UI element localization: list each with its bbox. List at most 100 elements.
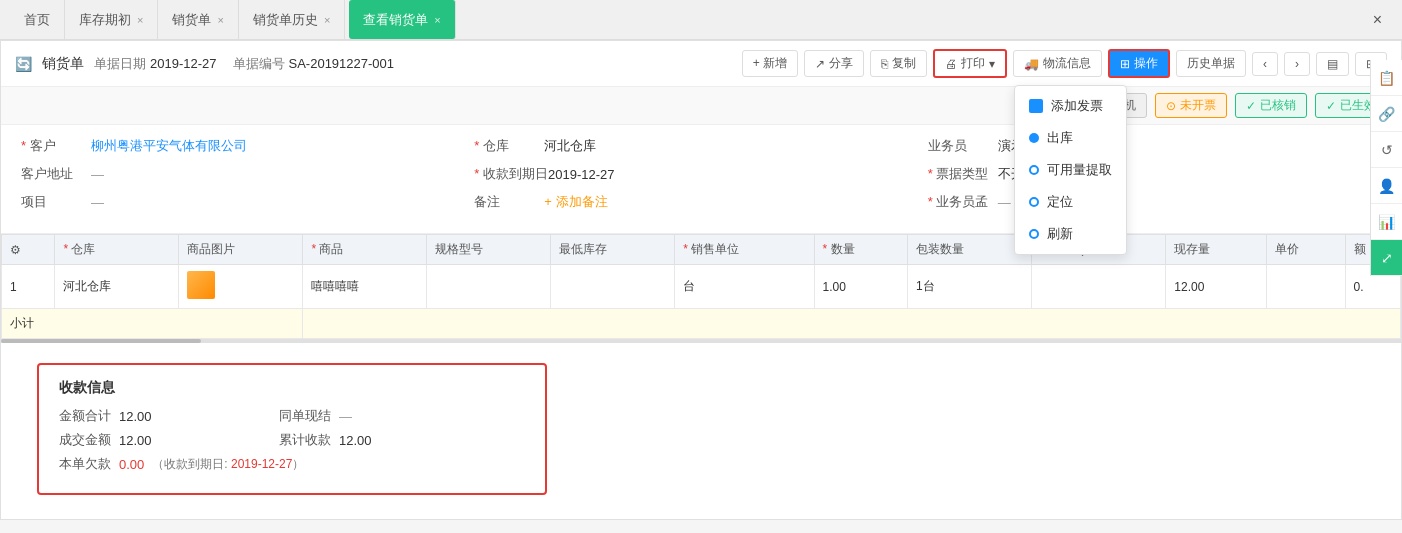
right-panel-icon-5[interactable]: 📊 bbox=[1371, 204, 1403, 240]
data-table-wrap: ⚙ * 仓库 商品图片 * 商品 规格型号 最低库存 * 销售单位 * 数量 包… bbox=[1, 234, 1401, 343]
tab-sales-order[interactable]: 销货单 × bbox=[158, 0, 238, 39]
form-section: 客户 柳州粤港平安气体有限公司 仓库 河北仓库 业务员 演示账号 客户地址 — … bbox=[1, 125, 1401, 234]
col-unit-price: 单价 bbox=[1267, 235, 1345, 265]
cell-image bbox=[179, 265, 303, 309]
right-panel-icon-4[interactable]: 👤 bbox=[1371, 168, 1403, 204]
col-stock: 现存量 bbox=[1166, 235, 1267, 265]
tab-sales-history[interactable]: 销货单历史 × bbox=[239, 0, 345, 39]
right-panel-icon-3[interactable]: ↺ bbox=[1371, 132, 1403, 168]
right-panel-icon-2[interactable]: 🔗 bbox=[1371, 96, 1403, 132]
dropdown-refresh[interactable]: 刷新 bbox=[1015, 218, 1126, 250]
summary-total-amount: 金额合计 12.00 bbox=[59, 407, 239, 425]
next-button[interactable]: › bbox=[1284, 52, 1310, 76]
operation-dropdown: 添加发票 出库 可用量提取 定位 刷新 bbox=[1014, 85, 1127, 255]
field-address: 客户地址 — bbox=[21, 165, 474, 183]
subtotal-values bbox=[303, 309, 1401, 339]
summary-this-order-owed: 本单欠款 0.00 （收款到期日: 2019-12-27） bbox=[59, 455, 304, 473]
form-row-2: 客户地址 — 收款到期日 2019-12-27 票据类型 不开票 bbox=[21, 165, 1381, 183]
col-image: 商品图片 bbox=[179, 235, 303, 265]
field-note: 备注 + 添加备注 bbox=[474, 193, 927, 211]
add-button[interactable]: + 新增 bbox=[742, 50, 798, 77]
dropdown-available-qty[interactable]: 可用量提取 bbox=[1015, 154, 1126, 186]
summary-same-order-payment: 同单现结 — bbox=[279, 407, 459, 425]
cell-warehouse: 河北仓库 bbox=[55, 265, 179, 309]
copy-icon: ⎘ bbox=[881, 57, 888, 71]
subtotal-row: 小计 bbox=[2, 309, 1401, 339]
field-project: 项目 — bbox=[21, 193, 474, 211]
not-open-button[interactable]: ⊙ 未开票 bbox=[1155, 93, 1227, 118]
operation-icon: ⊞ bbox=[1120, 57, 1130, 71]
document-area: 🔄 销货单 单据日期 2019-12-27 单据编号 SA-20191227-0… bbox=[0, 40, 1402, 520]
doc-meta: 单据日期 2019-12-27 单据编号 SA-20191227-001 bbox=[94, 55, 394, 73]
logistics-button[interactable]: 🚚 物流信息 bbox=[1013, 50, 1102, 77]
col-pack-qty: 包装数量 bbox=[908, 235, 1032, 265]
col-product: * 商品 bbox=[303, 235, 427, 265]
locate-icon bbox=[1029, 197, 1039, 207]
col-quantity: * 数量 bbox=[814, 235, 908, 265]
cell-product: 嘻嘻嘻嘻 bbox=[303, 265, 427, 309]
out-warehouse-icon bbox=[1029, 133, 1039, 143]
dropdown-out-warehouse[interactable]: 出库 bbox=[1015, 122, 1126, 154]
history-button[interactable]: 历史单据 bbox=[1176, 50, 1246, 77]
summary-row-1: 金额合计 12.00 同单现结 — bbox=[59, 407, 525, 425]
prev-button[interactable]: ‹ bbox=[1252, 52, 1278, 76]
document-header: 🔄 销货单 单据日期 2019-12-27 单据编号 SA-20191227-0… bbox=[1, 41, 1401, 87]
field-warehouse: 仓库 河北仓库 bbox=[474, 137, 927, 155]
cell-unit-price bbox=[1267, 265, 1345, 309]
right-panel: 📋 🔗 ↺ 👤 📊 ⤢ bbox=[1370, 60, 1402, 276]
tab-sales-history-close[interactable]: × bbox=[324, 14, 330, 26]
cell-sales-unit: 台 bbox=[675, 265, 814, 309]
form-row-3: 项目 — 备注 + 添加备注 业务员孟 — bbox=[21, 193, 1381, 211]
summary-box: 收款信息 金额合计 12.00 同单现结 — 成交金额 12.00 累计收款 bbox=[37, 363, 547, 495]
cell-available bbox=[1032, 265, 1166, 309]
field-salesperson: 业务员 演示账号 bbox=[928, 137, 1381, 155]
doc-toolbar: + 新增 ↗ 分享 ⎘ 复制 🖨 打印 ▾ 🚚 物流信息 ⊞ 操作 bbox=[742, 49, 1387, 78]
summary-section: 收款信息 金额合计 12.00 同单现结 — 成交金额 12.00 累计收款 bbox=[1, 343, 1401, 519]
tab-sales-order-close[interactable]: × bbox=[217, 14, 223, 26]
table-row: 1 河北仓库 嘻嘻嘻嘻 台 1.00 1台 12.00 0. bbox=[2, 265, 1401, 309]
scroll-indicator[interactable] bbox=[1, 339, 1401, 343]
dropdown-add-invoice[interactable]: 添加发票 bbox=[1015, 90, 1126, 122]
dropdown-locate[interactable]: 定位 bbox=[1015, 186, 1126, 218]
field-salesperson2: 业务员孟 — bbox=[928, 193, 1381, 211]
right-panel-icon-6[interactable]: ⤢ bbox=[1371, 240, 1403, 276]
refresh-icon bbox=[1029, 229, 1039, 239]
share-button[interactable]: ↗ 分享 bbox=[804, 50, 864, 77]
product-table: ⚙ * 仓库 商品图片 * 商品 规格型号 最低库存 * 销售单位 * 数量 包… bbox=[1, 234, 1401, 339]
col-settings[interactable]: ⚙ bbox=[2, 235, 55, 265]
summary-deal-amount: 成交金额 12.00 bbox=[59, 431, 239, 449]
available-qty-icon bbox=[1029, 165, 1039, 175]
summary-total-received: 累计收款 12.00 bbox=[279, 431, 459, 449]
not-open-icon: ⊙ bbox=[1166, 99, 1176, 113]
operation-button[interactable]: ⊞ 操作 bbox=[1108, 49, 1170, 78]
tab-home[interactable]: 首页 bbox=[10, 0, 65, 39]
tab-check-sales[interactable]: 查看销货单 × bbox=[349, 0, 455, 39]
add-invoice-icon bbox=[1029, 99, 1043, 113]
summary-row-3: 本单欠款 0.00 （收款到期日: 2019-12-27） bbox=[59, 455, 525, 473]
summary-title: 收款信息 bbox=[59, 379, 525, 397]
meta-number: 单据编号 SA-20191227-001 bbox=[233, 55, 395, 73]
copy-button[interactable]: ⎘ 复制 bbox=[870, 50, 927, 77]
tab-inventory-close[interactable]: × bbox=[137, 14, 143, 26]
tab-check-sales-close[interactable]: × bbox=[434, 14, 440, 26]
scroll-thumb bbox=[1, 339, 201, 343]
col-min-stock: 最低库存 bbox=[551, 235, 675, 265]
doc-header-left: 🔄 销货单 单据日期 2019-12-27 单据编号 SA-20191227-0… bbox=[15, 55, 742, 73]
col-spec: 规格型号 bbox=[427, 235, 551, 265]
product-image bbox=[187, 271, 215, 299]
doc-title: 销货单 bbox=[42, 55, 84, 73]
grid1-button[interactable]: ▤ bbox=[1316, 52, 1349, 76]
tab-bar: 首页 库存期初 × 销货单 × 销货单历史 × 查看销货单 × × bbox=[0, 0, 1402, 40]
print-button[interactable]: 🖨 打印 ▾ bbox=[933, 49, 1007, 78]
tab-inventory[interactable]: 库存期初 × bbox=[65, 0, 158, 39]
cell-min-stock bbox=[551, 265, 675, 309]
subtotal-label: 小计 bbox=[2, 309, 303, 339]
col-warehouse: * 仓库 bbox=[55, 235, 179, 265]
cell-index: 1 bbox=[2, 265, 55, 309]
field-ticket-type: 票据类型 不开票 bbox=[928, 165, 1381, 183]
table-header-row: ⚙ * 仓库 商品图片 * 商品 规格型号 最低库存 * 销售单位 * 数量 包… bbox=[2, 235, 1401, 265]
global-close-button[interactable]: × bbox=[1363, 11, 1392, 29]
verified-button[interactable]: ✓ 已核销 bbox=[1235, 93, 1307, 118]
doc-icon: 🔄 bbox=[15, 56, 32, 72]
right-panel-icon-1[interactable]: 📋 bbox=[1371, 60, 1403, 96]
